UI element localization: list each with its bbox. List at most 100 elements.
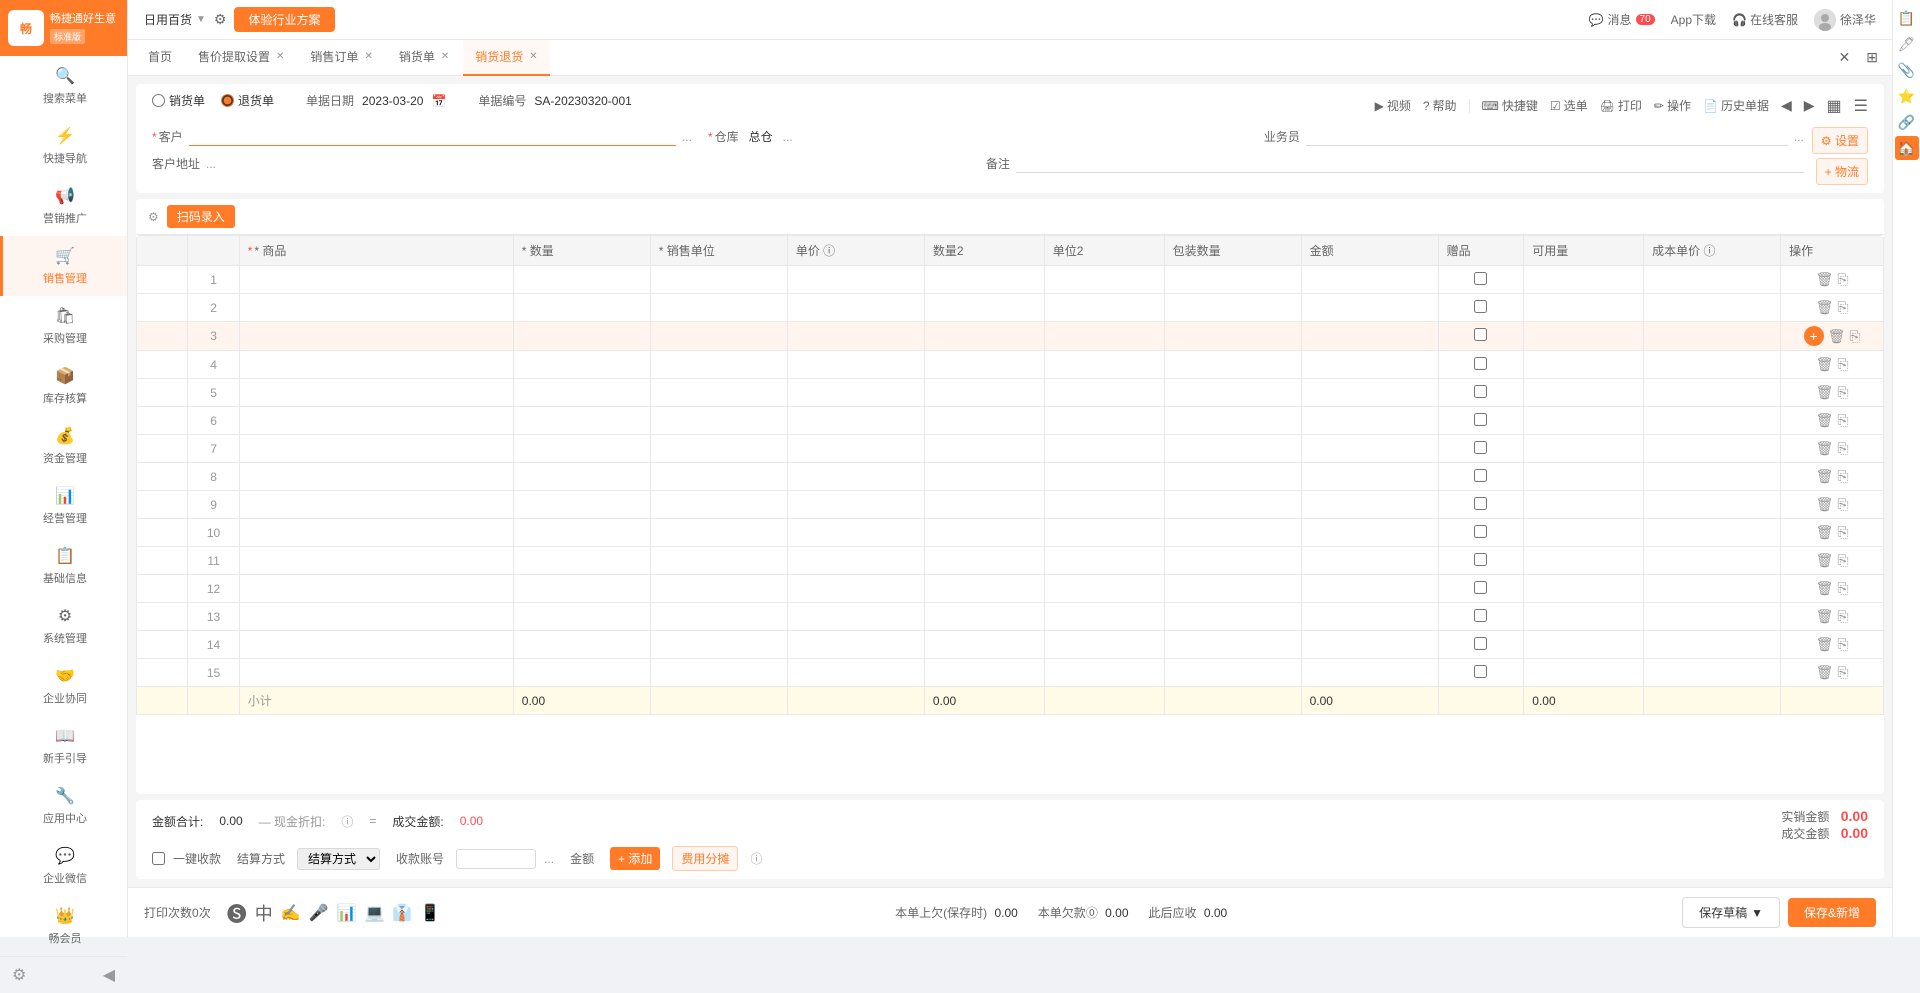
video-btn[interactable]: ▶ 视频 xyxy=(1375,97,1411,114)
row-unit-cell[interactable] xyxy=(650,463,787,491)
row-qty-cell[interactable] xyxy=(513,351,650,379)
copy-row-icon[interactable]: ⎘ xyxy=(1849,328,1860,345)
row-pack-cell[interactable] xyxy=(1164,659,1301,687)
row-unit2-cell[interactable] xyxy=(1044,631,1164,659)
staff-more-icon[interactable]: ... xyxy=(1794,130,1804,144)
row-price-cell[interactable] xyxy=(787,322,924,351)
copy-row-icon[interactable]: ⎘ xyxy=(1837,384,1848,401)
row-cost-cell[interactable] xyxy=(1644,603,1781,631)
row-gift-cell[interactable] xyxy=(1438,322,1524,351)
row-unit2-cell[interactable] xyxy=(1044,463,1164,491)
gift-checkbox[interactable] xyxy=(1474,441,1487,454)
gift-checkbox[interactable] xyxy=(1474,525,1487,538)
delete-row-icon[interactable]: 🗑 xyxy=(1816,412,1834,429)
tab-price-setting[interactable]: 售价提取设置 ✕ xyxy=(186,40,296,76)
row-gift-cell[interactable] xyxy=(1438,407,1524,435)
row-amount-cell[interactable] xyxy=(1301,547,1438,575)
row-product-cell[interactable] xyxy=(239,659,513,687)
row-pack-cell[interactable] xyxy=(1164,435,1301,463)
operate-btn[interactable]: ✏ 操作 xyxy=(1654,97,1691,114)
delete-row-icon[interactable]: 🗑 xyxy=(1816,664,1834,681)
row-gift-cell[interactable] xyxy=(1438,491,1524,519)
gift-checkbox[interactable] xyxy=(1474,637,1487,650)
row-unit-cell[interactable] xyxy=(650,294,787,322)
row-qty-cell[interactable] xyxy=(513,575,650,603)
gift-checkbox[interactable] xyxy=(1474,272,1487,285)
gift-checkbox[interactable] xyxy=(1474,357,1487,370)
row-amount-cell[interactable] xyxy=(1301,463,1438,491)
row-avail-cell[interactable] xyxy=(1524,659,1644,687)
shortcut-btn[interactable]: ⌨ 快捷键 xyxy=(1482,97,1538,114)
gift-checkbox[interactable] xyxy=(1474,385,1487,398)
delete-row-icon[interactable]: 🗑 xyxy=(1816,440,1834,457)
copy-row-icon[interactable]: ⎘ xyxy=(1837,552,1848,569)
tab-close-icon[interactable]: ✕ xyxy=(441,51,449,62)
row-amount-cell[interactable] xyxy=(1301,266,1438,294)
row-qty-cell[interactable] xyxy=(513,407,650,435)
row-amount-cell[interactable] xyxy=(1301,435,1438,463)
row-product-cell[interactable] xyxy=(239,322,513,351)
sidebar-item-sales[interactable]: 🛒 销售管理 xyxy=(0,236,127,296)
row-gift-cell[interactable] xyxy=(1438,519,1524,547)
right-icon-2[interactable]: 🖊 xyxy=(1895,32,1919,56)
row-pack-cell[interactable] xyxy=(1164,463,1301,491)
row-qty-cell[interactable] xyxy=(513,379,650,407)
row-amount-cell[interactable] xyxy=(1301,519,1438,547)
row-qty-cell[interactable] xyxy=(513,322,650,351)
delete-row-icon[interactable]: 🗑 xyxy=(1816,356,1834,373)
row-product-cell[interactable] xyxy=(239,491,513,519)
tab-close-icon[interactable]: ✕ xyxy=(276,51,284,62)
right-icon-6[interactable]: 🏠 xyxy=(1895,136,1919,160)
row-unit-cell[interactable] xyxy=(650,435,787,463)
online-service-link[interactable]: 🎧 在线客服 xyxy=(1732,11,1798,28)
row-qty-cell[interactable] xyxy=(513,659,650,687)
row-gift-cell[interactable] xyxy=(1438,351,1524,379)
row-qty2-cell[interactable] xyxy=(924,491,1044,519)
row-avail-cell[interactable] xyxy=(1524,379,1644,407)
row-price-cell[interactable] xyxy=(787,435,924,463)
row-gift-cell[interactable] xyxy=(1438,547,1524,575)
row-pack-cell[interactable] xyxy=(1164,575,1301,603)
delete-row-icon[interactable]: 🗑 xyxy=(1816,496,1834,513)
right-icon-3[interactable]: 📎 xyxy=(1895,58,1919,82)
customer-more-icon[interactable]: ... xyxy=(682,130,692,144)
row-qty2-cell[interactable] xyxy=(924,351,1044,379)
sidebar-item-system[interactable]: ⚙ 系统管理 xyxy=(0,596,127,656)
tab-sales-return[interactable]: 销货退货 ✕ xyxy=(463,40,549,76)
row-gift-cell[interactable] xyxy=(1438,603,1524,631)
help-icon[interactable]: ⓘ xyxy=(341,813,353,830)
row-amount-cell[interactable] xyxy=(1301,379,1438,407)
row-pack-cell[interactable] xyxy=(1164,519,1301,547)
row-cost-cell[interactable] xyxy=(1644,463,1781,491)
radio-return[interactable]: 退货单 xyxy=(221,92,274,109)
row-cost-cell[interactable] xyxy=(1644,351,1781,379)
row-product-cell[interactable] xyxy=(239,575,513,603)
row-qty-cell[interactable] xyxy=(513,603,650,631)
account-more-icon[interactable]: ... xyxy=(544,852,554,866)
row-price-cell[interactable] xyxy=(787,547,924,575)
row-price-cell[interactable] xyxy=(787,631,924,659)
customer-input[interactable] xyxy=(189,127,676,146)
row-pack-cell[interactable] xyxy=(1164,379,1301,407)
row-avail-cell[interactable] xyxy=(1524,519,1644,547)
row-amount-cell[interactable] xyxy=(1301,631,1438,659)
row-unit-cell[interactable] xyxy=(650,659,787,687)
row-unit-cell[interactable] xyxy=(650,351,787,379)
row-qty-cell[interactable] xyxy=(513,547,650,575)
right-icon-5[interactable]: 🔗 xyxy=(1895,110,1919,134)
tab-sales-invoice[interactable]: 销货单 ✕ xyxy=(387,40,461,76)
row-price-cell[interactable] xyxy=(787,351,924,379)
row-gift-cell[interactable] xyxy=(1438,659,1524,687)
row-amount-cell[interactable] xyxy=(1301,575,1438,603)
gift-checkbox[interactable] xyxy=(1474,609,1487,622)
row-qty2-cell[interactable] xyxy=(924,575,1044,603)
grid-view-icon[interactable]: ▦ xyxy=(1827,96,1842,116)
row-amount-cell[interactable] xyxy=(1301,322,1438,351)
delete-row-icon[interactable]: 🗑 xyxy=(1816,524,1834,541)
account-input[interactable] xyxy=(456,849,536,869)
row-price-cell[interactable] xyxy=(787,266,924,294)
radio-sale-input[interactable] xyxy=(152,94,165,107)
row-product-cell[interactable] xyxy=(239,266,513,294)
row-cost-cell[interactable] xyxy=(1644,491,1781,519)
row-price-cell[interactable] xyxy=(787,519,924,547)
